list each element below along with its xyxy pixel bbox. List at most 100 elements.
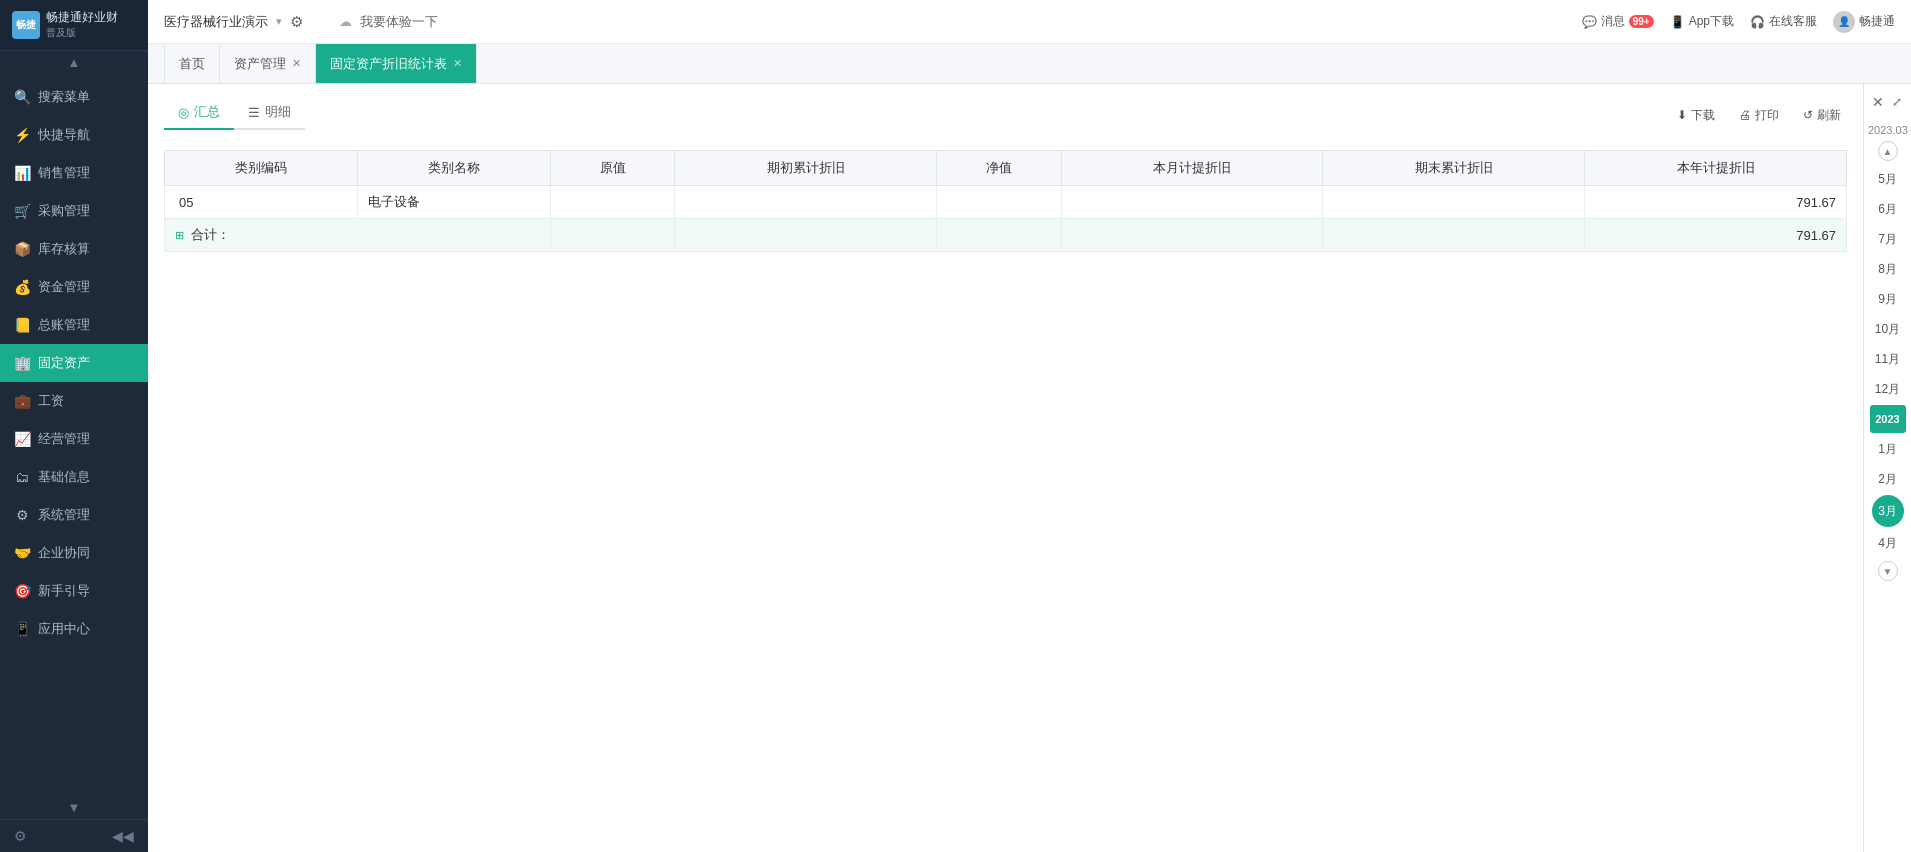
- sidebar-item-fixedassets[interactable]: 🏢 固定资产: [0, 344, 148, 382]
- col-net: 净值: [937, 151, 1061, 186]
- handshake-icon: 🤝: [14, 545, 30, 561]
- header: 医疗器械行业演示 ▾ ⚙ ☁ 我要体验一下 💬 消息 99+ 📱 App下载 🎧…: [148, 0, 1911, 44]
- col-initial-accum: 期初累计折旧: [675, 151, 937, 186]
- sub-tab-detail-label: 明细: [265, 103, 291, 121]
- sidebar-scroll-down[interactable]: ▼: [0, 796, 148, 819]
- sub-tab-detail[interactable]: ☰ 明细: [234, 96, 305, 130]
- sidebar-item-funds[interactable]: 💰 资金管理: [0, 268, 148, 306]
- sidebar-item-basicinfo[interactable]: 🗂 基础信息: [0, 458, 148, 496]
- demo-text[interactable]: 我要体验一下: [360, 13, 438, 31]
- total-monthly: [1061, 219, 1323, 252]
- total-net: [937, 219, 1061, 252]
- month-2[interactable]: 2月: [1870, 465, 1906, 493]
- year-2023-label[interactable]: 2023: [1870, 405, 1906, 433]
- date-scroll-up[interactable]: ▲: [1878, 141, 1898, 161]
- company-name[interactable]: 医疗器械行业演示: [164, 13, 268, 31]
- refresh-label: 刷新: [1817, 107, 1841, 124]
- sidebar-item-quicknav[interactable]: ⚡ 快捷导航: [0, 116, 148, 154]
- cell-initial-accum: [675, 186, 937, 219]
- summary-icon: ◎: [178, 105, 189, 120]
- col-monthly: 本月计提折旧: [1061, 151, 1323, 186]
- total-end-accum: [1323, 219, 1585, 252]
- messages-action[interactable]: 💬 消息 99+: [1582, 13, 1654, 30]
- support-action[interactable]: 🎧 在线客服: [1750, 13, 1817, 30]
- book-icon: 📒: [14, 317, 30, 333]
- appdownload-label: App下载: [1689, 13, 1734, 30]
- cloud-icon: ☁: [339, 14, 352, 29]
- month-4[interactable]: 4月: [1870, 529, 1906, 557]
- panel-expand-button[interactable]: ⤢: [1889, 88, 1906, 116]
- briefcase-icon: 💼: [14, 393, 30, 409]
- sidebar-item-operations[interactable]: 📈 经营管理: [0, 420, 148, 458]
- sidebar-item-label: 搜索菜单: [38, 88, 90, 106]
- sidebar-footer: ⚙ ◀◀: [0, 819, 148, 852]
- month-1[interactable]: 1月: [1870, 435, 1906, 463]
- sidebar-item-inventory[interactable]: 📦 库存核算: [0, 230, 148, 268]
- appdownload-action[interactable]: 📱 App下载: [1670, 13, 1734, 30]
- table-row[interactable]: 05 电子设备 791.67: [165, 186, 1847, 219]
- sidebar-item-purchase[interactable]: 🛒 采购管理: [0, 192, 148, 230]
- download-button[interactable]: ⬇ 下载: [1671, 103, 1721, 128]
- header-settings-icon[interactable]: ⚙: [290, 13, 303, 31]
- total-yearly: 791.67: [1585, 219, 1847, 252]
- user-action[interactable]: 👤 畅捷通: [1833, 11, 1895, 33]
- headset-icon: 🎧: [1750, 15, 1765, 29]
- phone-icon: 📱: [14, 621, 30, 637]
- tab-depreciation[interactable]: 固定资产折旧统计表 ✕: [316, 44, 477, 83]
- sidebar-item-sales[interactable]: 📊 销售管理: [0, 154, 148, 192]
- month-5[interactable]: 5月: [1870, 165, 1906, 193]
- search-icon: 🔍: [14, 89, 30, 105]
- sidebar-item-appcenter[interactable]: 📱 应用中心: [0, 610, 148, 648]
- sidebar-item-cooperation[interactable]: 🤝 企业协同: [0, 534, 148, 572]
- col-code: 类别编码: [165, 151, 358, 186]
- tab-depreciation-label: 固定资产折旧统计表: [330, 55, 447, 73]
- panel-close-button[interactable]: ✕: [1870, 88, 1887, 116]
- collapse-sidebar-button[interactable]: ◀◀: [112, 828, 134, 844]
- month-3-active[interactable]: 3月: [1872, 495, 1904, 527]
- tab-assetmgmt[interactable]: 资产管理 ✕: [220, 44, 316, 83]
- company-chevron-icon: ▾: [276, 15, 282, 28]
- total-text: 合计：: [191, 227, 230, 242]
- tab-depreciation-close[interactable]: ✕: [453, 57, 462, 70]
- sidebar-item-label: 快捷导航: [38, 126, 90, 144]
- month-8[interactable]: 8月: [1870, 255, 1906, 283]
- date-panel: ✕ ⤢ 2023.03 ▲ 5月 6月 7月 8月 9月 10月 11月 12月…: [1863, 84, 1911, 852]
- month-12[interactable]: 12月: [1870, 375, 1906, 403]
- refresh-button[interactable]: ↺ 刷新: [1797, 103, 1847, 128]
- month-11[interactable]: 11月: [1870, 345, 1906, 373]
- trend-icon: 📈: [14, 431, 30, 447]
- building-icon: 🏢: [14, 355, 30, 371]
- header-right: 💬 消息 99+ 📱 App下载 🎧 在线客服 👤 畅捷通: [1582, 11, 1895, 33]
- settings-footer-icon[interactable]: ⚙: [14, 828, 27, 844]
- sidebar-scroll-up[interactable]: ▲: [0, 51, 148, 74]
- refresh-icon: ↺: [1803, 108, 1813, 122]
- month-7[interactable]: 7月: [1870, 225, 1906, 253]
- avatar: 👤: [1833, 11, 1855, 33]
- sidebar-item-ledger[interactable]: 📒 总账管理: [0, 306, 148, 344]
- sidebar-item-guide[interactable]: 🎯 新手引导: [0, 572, 148, 610]
- flash-icon: ⚡: [14, 127, 30, 143]
- tab-home[interactable]: 首页: [164, 44, 220, 83]
- folder-icon: 🗂: [14, 469, 30, 485]
- sidebar: 畅捷 畅捷通好业财 普及版 ▲ 🔍 搜索菜单 ⚡ 快捷导航 📊 销售管理 🛒 采…: [0, 0, 148, 852]
- month-10[interactable]: 10月: [1870, 315, 1906, 343]
- sidebar-item-system[interactable]: ⚙ 系统管理: [0, 496, 148, 534]
- date-scroll-down[interactable]: ▼: [1878, 561, 1898, 581]
- print-button[interactable]: 🖨 打印: [1733, 103, 1785, 128]
- sidebar-item-label: 新手引导: [38, 582, 90, 600]
- sidebar-item-salary[interactable]: 💼 工资: [0, 382, 148, 420]
- sidebar-item-search[interactable]: 🔍 搜索菜单: [0, 78, 148, 116]
- col-yearly: 本年计提折旧: [1585, 151, 1847, 186]
- messages-badge: 99+: [1629, 15, 1654, 28]
- tab-home-label: 首页: [179, 55, 205, 73]
- tab-assetmgmt-close[interactable]: ✕: [292, 57, 301, 70]
- sidebar-item-label: 库存核算: [38, 240, 90, 258]
- month-6[interactable]: 6月: [1870, 195, 1906, 223]
- total-label: ⊞ 合计：: [165, 219, 551, 252]
- month-9[interactable]: 9月: [1870, 285, 1906, 313]
- sidebar-item-label: 应用中心: [38, 620, 90, 638]
- sidebar-item-label: 总账管理: [38, 316, 90, 334]
- cell-original: [551, 186, 675, 219]
- sub-tab-summary[interactable]: ◎ 汇总: [164, 96, 234, 130]
- panel-header: ✕ ⤢: [1864, 84, 1911, 120]
